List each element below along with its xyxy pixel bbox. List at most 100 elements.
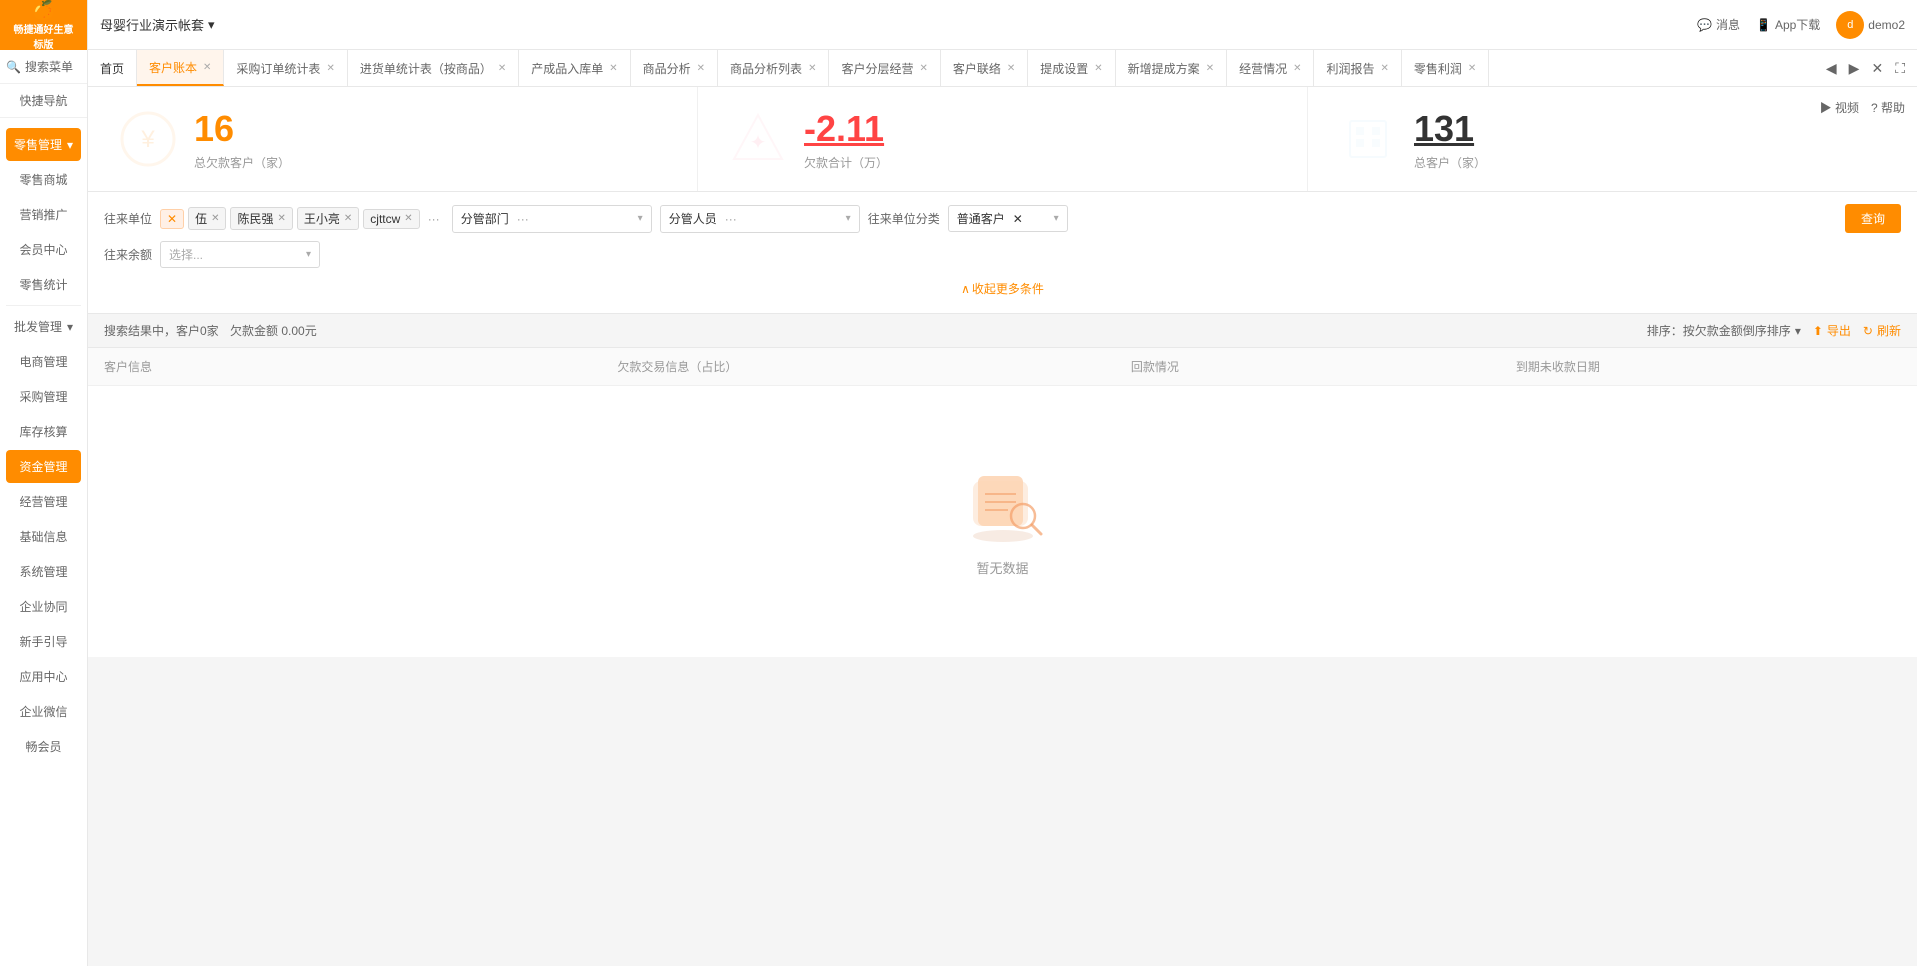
app-download-button[interactable]: 📱 App下载 [1756, 16, 1820, 33]
tabs-prev-button[interactable]: ◀ [1822, 58, 1841, 79]
tab-close-icon[interactable]: ✕ [1381, 63, 1389, 74]
filter-tag-close[interactable]: ✕ [344, 213, 352, 224]
tab-close-icon[interactable]: ✕ [326, 63, 334, 74]
tab-close-icon[interactable]: ✕ [203, 62, 211, 73]
table-col-debt-info: 欠款交易信息（占比） [617, 358, 1130, 375]
sidebar-item-retail-mall[interactable]: 零售商城 [6, 163, 81, 196]
tab-customer-ledger[interactable]: 客户账本 ✕ [137, 50, 224, 86]
filter-tag-more[interactable]: ··· [424, 210, 444, 228]
filter-manager-select[interactable]: 分管人员 ··· ▾ [660, 205, 860, 233]
sidebar-item-newbie-guide[interactable]: 新手引导 [6, 625, 81, 658]
tab-close-icon[interactable]: ✕ [1206, 63, 1214, 74]
tab-product-analysis[interactable]: 商品分析 ✕ [631, 50, 718, 86]
filter-tag-label: cjttcw [370, 212, 400, 226]
tab-commission-settings[interactable]: 提成设置 ✕ [1028, 50, 1115, 86]
tab-label: 客户联络 [953, 60, 1001, 77]
sidebar-item-label: 零售商城 [19, 173, 67, 187]
filter-tag-cjttcw: cjttcw ✕ [363, 209, 419, 229]
tab-close-icon[interactable]: ✕ [498, 63, 506, 74]
tab-close-icon[interactable]: ✕ [1293, 63, 1301, 74]
user-avatar-area[interactable]: d demo2 [1836, 11, 1905, 39]
sidebar-item-purchase[interactable]: 采购管理 [6, 380, 81, 413]
sidebar-item-inventory[interactable]: 库存核算 [6, 415, 81, 448]
filter-manager-more[interactable]: ··· [721, 210, 741, 228]
sidebar-item-business[interactable]: 经营管理 [6, 485, 81, 518]
tab-close-icon[interactable]: ✕ [697, 63, 705, 74]
export-label: 导出 [1827, 322, 1851, 339]
account-arrow-icon: ▾ [208, 17, 215, 33]
sidebar-item-system[interactable]: 系统管理 [6, 555, 81, 588]
stat-icon-debt: ✦ [728, 109, 788, 169]
sidebar-item-enterprise-collab[interactable]: 企业协同 [6, 590, 81, 623]
sidebar-item-label: 会员中心 [19, 243, 67, 257]
filter-tag-close[interactable]: ✕ [404, 213, 412, 224]
sidebar-item-basic-info[interactable]: 基础信息 [6, 520, 81, 553]
help-label: 帮助 [1881, 101, 1905, 115]
sidebar-item-enterprise-wechat[interactable]: 企业微信 [6, 695, 81, 728]
tab-customer-contact[interactable]: 客户联络 ✕ [941, 50, 1028, 86]
sidebar-search-area[interactable]: 🔍 搜索菜单 [0, 50, 87, 84]
tab-close-icon[interactable]: ✕ [1094, 63, 1102, 74]
tab-profit-report[interactable]: 利润报告 ✕ [1314, 50, 1401, 86]
dept-dropdown-icon: ▾ [638, 213, 643, 224]
filter-balance-label: 往来余额 [104, 246, 152, 263]
quick-nav-button[interactable]: 快捷导航 [6, 92, 81, 109]
filter-dept-select[interactable]: 分管部门 ··· ▾ [452, 205, 652, 233]
tab-customer-tiered[interactable]: 客户分层经营 ✕ [829, 50, 940, 86]
sidebar-item-chang-member[interactable]: 畅会员 [6, 730, 81, 763]
tabs-close-all-button[interactable]: ✕ [1867, 58, 1887, 79]
tab-close-icon[interactable]: ✕ [919, 63, 927, 74]
message-button[interactable]: 💬 消息 [1697, 16, 1740, 33]
filter-balance-select[interactable]: 选择... ▾ [160, 241, 320, 268]
sidebar-item-retail-stats[interactable]: 零售统计 [6, 268, 81, 301]
filter-tag-close[interactable]: ✕ [278, 213, 286, 224]
stat-label-debt: 欠款合计（万） [804, 154, 888, 171]
query-button[interactable]: 查询 [1845, 204, 1901, 233]
filter-tag-label: 伍 [195, 210, 207, 227]
filter-tag-close[interactable]: ✕ [211, 213, 219, 224]
filter-type-close[interactable]: ✕ [1013, 212, 1023, 226]
sidebar-item-ecommerce[interactable]: 电商管理 [6, 345, 81, 378]
stat-icon-building [1338, 109, 1398, 169]
sidebar-item-app-center[interactable]: 应用中心 [6, 660, 81, 693]
tab-home[interactable]: 首页 [88, 50, 137, 86]
sort-selector[interactable]: 排序：按欠款金额倒序排序 ▾ [1647, 322, 1801, 339]
sidebar-item-label: 电商管理 [19, 355, 67, 369]
tab-close-icon[interactable]: ✕ [1468, 63, 1476, 74]
filter-tag-label: 陈民强 [237, 210, 273, 227]
play-icon: ▶ [1820, 101, 1835, 115]
quick-nav-area[interactable]: 快捷导航 [0, 84, 87, 118]
filter-unit-type-select[interactable]: 普通客户 ✕ ▾ [948, 205, 1068, 232]
export-button[interactable]: ⬆ 导出 [1813, 322, 1851, 339]
account-selector[interactable]: 母婴行业演示帐套 ▾ [100, 15, 215, 34]
sidebar-item-member-center[interactable]: 会员中心 [6, 233, 81, 266]
result-actions: 排序：按欠款金额倒序排序 ▾ ⬆ 导出 ↻ 刷新 [1647, 322, 1901, 339]
tab-product-analysis-list[interactable]: 商品分析列表 ✕ [718, 50, 829, 86]
sidebar-item-retail-management[interactable]: 零售管理 ▾ [6, 128, 81, 161]
sidebar-item-finance[interactable]: 资金管理 [6, 450, 81, 483]
sidebar-item-wholesale-management[interactable]: 批发管理 ▾ [6, 310, 81, 343]
unit-type-dropdown-icon: ▾ [1054, 213, 1059, 224]
sidebar-item-label: 批发管理 [14, 318, 62, 335]
filter-dept-more[interactable]: ··· [513, 210, 533, 228]
refresh-button[interactable]: ↻ 刷新 [1863, 322, 1901, 339]
tab-close-icon[interactable]: ✕ [808, 63, 816, 74]
tabs-next-button[interactable]: ▶ [1845, 58, 1864, 79]
search-menu-button[interactable]: 🔍 搜索菜单 [6, 58, 81, 75]
video-link[interactable]: ▶ 视频 [1820, 99, 1859, 116]
tab-retail-profit[interactable]: 零售利润 ✕ [1402, 50, 1489, 86]
collapse-button[interactable]: ∧ 收起更多条件 [104, 276, 1901, 301]
tab-goods-stats[interactable]: 进货单统计表（按商品） ✕ [348, 50, 519, 86]
empty-text: 暂无数据 [976, 558, 1028, 577]
tab-new-commission-plan[interactable]: 新增提成方案 ✕ [1116, 50, 1227, 86]
tab-production-storage[interactable]: 产成品入库单 ✕ [519, 50, 630, 86]
help-link[interactable]: ? 帮助 [1871, 99, 1905, 116]
tab-close-icon[interactable]: ✕ [609, 63, 617, 74]
tab-business-situation[interactable]: 经营情况 ✕ [1227, 50, 1314, 86]
tab-close-icon[interactable]: ✕ [1007, 63, 1015, 74]
tabs-fullscreen-button[interactable]: ⛶ [1891, 58, 1909, 79]
tab-purchase-order-stats[interactable]: 采购订单统计表 ✕ [224, 50, 347, 86]
stat-card-customers: ¥ 16 总欠款客户（家） [88, 87, 698, 191]
account-name: 母婴行业演示帐套 [100, 15, 204, 34]
sidebar-item-marketing[interactable]: 营销推广 [6, 198, 81, 231]
